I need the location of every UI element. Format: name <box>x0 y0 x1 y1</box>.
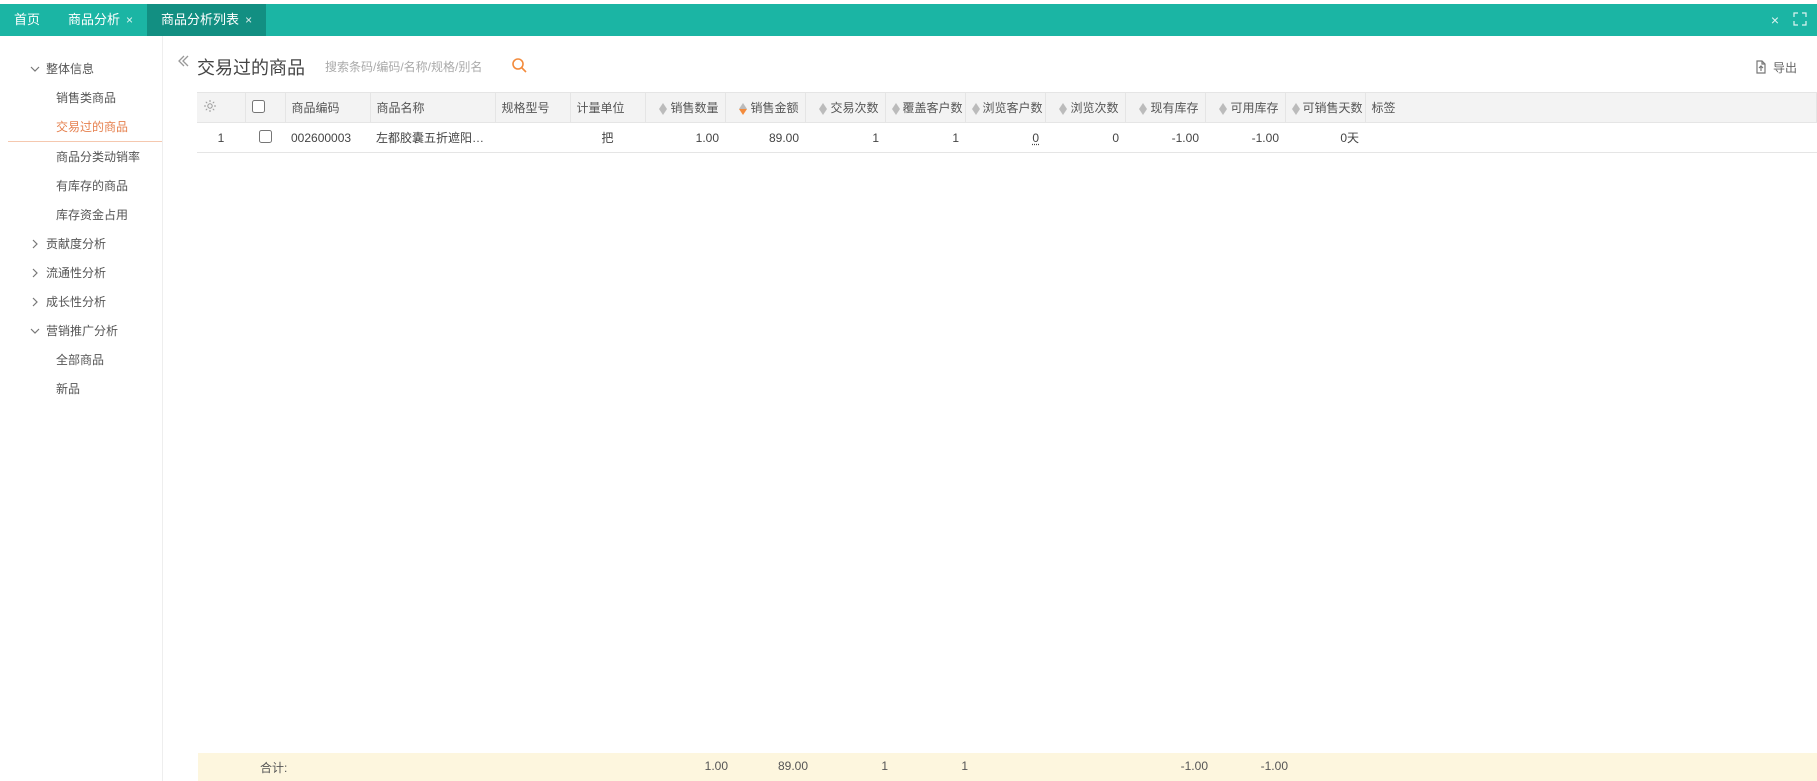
cell-amount: 89.00 <box>725 123 805 153</box>
sidebar-group-marketing[interactable]: 营销推广分析 <box>8 316 162 345</box>
sidebar-group-label: 成长性分析 <box>46 293 106 310</box>
sort-icon <box>892 103 900 115</box>
close-icon[interactable]: × <box>126 4 133 36</box>
fullscreen-icon[interactable] <box>1793 12 1807 29</box>
gear-icon <box>203 102 217 116</box>
footer-cust: 1 <box>894 759 974 775</box>
col-code[interactable]: 商品编码 <box>285 93 370 123</box>
sort-icon <box>819 103 827 115</box>
sort-icon <box>1059 103 1067 115</box>
sidebar-item-turnover-rate[interactable]: 商品分类动销率 <box>8 142 162 171</box>
cell-spec <box>495 123 570 153</box>
checkbox-all[interactable] <box>252 100 265 113</box>
sort-icon <box>1219 103 1227 115</box>
sidebar-group-growth[interactable]: 成长性分析 <box>8 287 162 316</box>
cell-tag <box>1365 123 1817 153</box>
sidebar-item-all-products[interactable]: 全部商品 <box>8 345 162 374</box>
cell-txn: 1 <box>805 123 885 153</box>
cell-index: 1 <box>197 123 245 153</box>
footer-label: 合计: <box>254 759 294 775</box>
sidebar-group-overview[interactable]: 整体信息 <box>8 54 162 83</box>
col-tag[interactable]: 标签 <box>1365 93 1817 123</box>
export-label: 导出 <box>1773 59 1797 76</box>
chevron-down-icon <box>30 64 40 74</box>
sort-icon <box>659 103 667 115</box>
tabbar-close-icon[interactable]: × <box>1771 12 1779 28</box>
sidebar-group-liquidity[interactable]: 流通性分析 <box>8 258 162 287</box>
sidebar-group-label: 营销推广分析 <box>46 322 118 339</box>
col-stock[interactable]: 现有库存 <box>1125 93 1205 123</box>
col-amount[interactable]: 销售金额 <box>725 93 805 123</box>
export-button[interactable]: 导出 <box>1754 59 1797 76</box>
sidebar-group-contribution[interactable]: 贡献度分析 <box>8 229 162 258</box>
tab-bar: 首页 商品分析× 商品分析列表× × <box>0 4 1817 36</box>
sort-icon <box>1139 103 1147 115</box>
search-input[interactable] <box>323 56 503 78</box>
sidebar-item-in-stock[interactable]: 有库存的商品 <box>8 171 162 200</box>
cell-days: 0天 <box>1285 123 1365 153</box>
sort-icon <box>1292 103 1300 115</box>
col-cust[interactable]: 覆盖客户数 <box>885 93 965 123</box>
col-browse-cust[interactable]: 浏览客户数 <box>965 93 1045 123</box>
sidebar-group-label: 整体信息 <box>46 60 94 77</box>
cell-checkbox[interactable] <box>245 123 285 153</box>
col-days[interactable]: 可销售天数 <box>1285 93 1365 123</box>
search-icon[interactable] <box>511 57 527 78</box>
footer-stock: -1.00 <box>1134 759 1214 775</box>
col-settings[interactable] <box>197 93 245 123</box>
sort-icon <box>739 103 747 115</box>
footer-amount: 89.00 <box>734 759 814 775</box>
sidebar: 整体信息 销售类商品 交易过的商品 商品分类动销率 有库存的商品 库存资金占用 … <box>8 36 163 781</box>
table-row[interactable]: 1 002600003 左都胶囊五折遮阳伞防晒伞; 把 1.00 89.00 1… <box>197 123 1817 153</box>
sidebar-item-stock-funds[interactable]: 库存资金占用 <box>8 200 162 229</box>
cell-browse-cnt: 0 <box>1045 123 1125 153</box>
export-icon <box>1754 60 1768 74</box>
tab-product-analysis-list[interactable]: 商品分析列表× <box>147 4 266 36</box>
page-title: 交易过的商品 <box>197 54 305 80</box>
tab-product-analysis[interactable]: 商品分析× <box>54 4 147 36</box>
cell-avail: -1.00 <box>1205 123 1285 153</box>
sidebar-item-traded-products[interactable]: 交易过的商品 <box>8 112 162 142</box>
cell-browse-cust[interactable]: 0 <box>965 123 1045 153</box>
sidebar-item-new-products[interactable]: 新品 <box>8 374 162 403</box>
col-avail[interactable]: 可用库存 <box>1205 93 1285 123</box>
cell-code: 002600003 <box>285 123 370 153</box>
summary-footer: 合计: 1.00 89.00 1 1 -1.00 -1.00 <box>198 753 1817 781</box>
sort-icon <box>972 103 980 115</box>
tab-home[interactable]: 首页 <box>0 4 54 36</box>
data-table: 商品编码 商品名称 规格型号 计量单位 销售数量 销售金额 交易次数 覆盖客户数… <box>197 93 1817 152</box>
chevron-right-icon <box>30 297 40 307</box>
cell-stock: -1.00 <box>1125 123 1205 153</box>
col-checkbox-all[interactable] <box>245 93 285 123</box>
footer-qty: 1.00 <box>654 759 734 775</box>
col-unit[interactable]: 计量单位 <box>570 93 645 123</box>
cell-qty: 1.00 <box>645 123 725 153</box>
cell-unit: 把 <box>570 123 645 153</box>
cell-name: 左都胶囊五折遮阳伞防晒伞; <box>370 123 495 153</box>
col-browse-cnt[interactable]: 浏览次数 <box>1045 93 1125 123</box>
close-icon[interactable]: × <box>245 4 252 36</box>
sidebar-group-label: 流通性分析 <box>46 264 106 281</box>
sidebar-group-label: 贡献度分析 <box>46 235 106 252</box>
col-name[interactable]: 商品名称 <box>370 93 495 123</box>
footer-txn: 1 <box>814 759 894 775</box>
col-txn[interactable]: 交易次数 <box>805 93 885 123</box>
sidebar-item-sales-products[interactable]: 销售类商品 <box>8 83 162 112</box>
cell-cust: 1 <box>885 123 965 153</box>
chevron-right-icon <box>30 239 40 249</box>
col-spec[interactable]: 规格型号 <box>495 93 570 123</box>
chevron-right-icon <box>30 268 40 278</box>
col-qty[interactable]: 销售数量 <box>645 93 725 123</box>
row-checkbox[interactable] <box>259 130 272 143</box>
footer-avail: -1.00 <box>1214 759 1294 775</box>
chevron-down-icon <box>30 326 40 336</box>
